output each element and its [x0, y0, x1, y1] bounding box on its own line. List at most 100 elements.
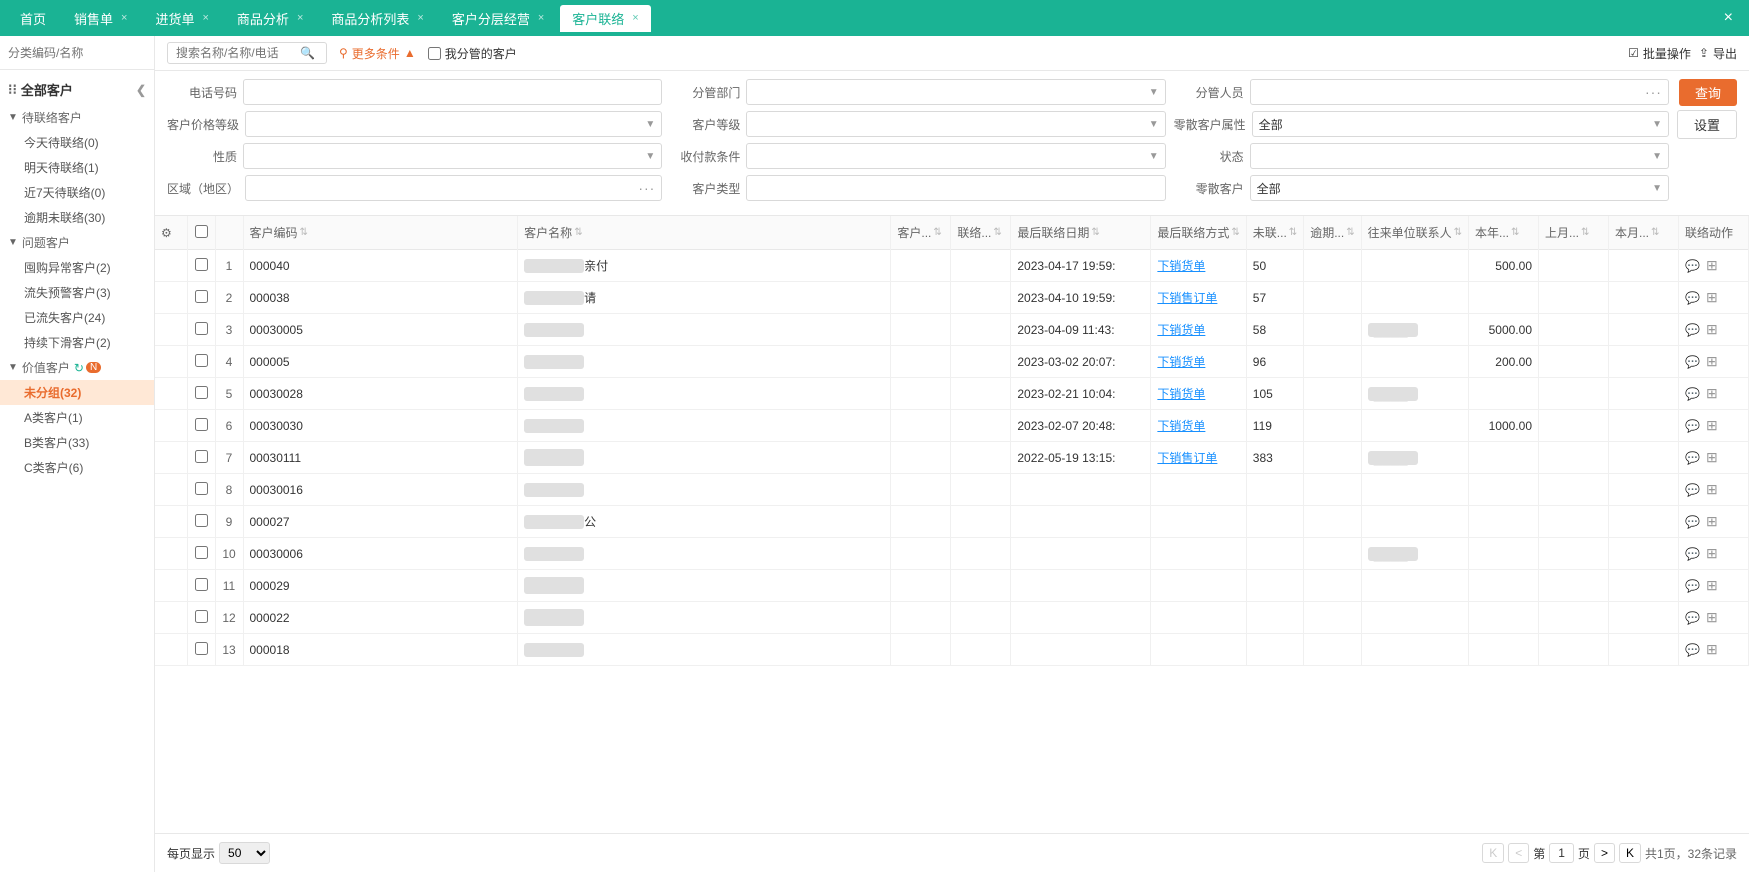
row-checkbox[interactable] — [195, 322, 208, 335]
message-icon[interactable]: 💬 — [1685, 323, 1700, 337]
message-icon[interactable]: 💬 — [1685, 547, 1700, 561]
action-grid-icon[interactable]: ⊞ — [1706, 449, 1718, 466]
message-icon[interactable]: 💬 — [1685, 643, 1700, 657]
sidebar-item-class-c[interactable]: C类客户(6) — [0, 455, 154, 480]
action-grid-icon[interactable]: ⊞ — [1706, 577, 1718, 594]
last-method-link[interactable]: 下销货单 — [1157, 355, 1205, 369]
sidebar-item-hoarding[interactable]: 囤购异常客户(2) — [0, 255, 154, 280]
customer-type-input[interactable] — [746, 175, 1165, 201]
nav-customer-contact[interactable]: 客户联络 × — [560, 5, 650, 32]
message-icon[interactable]: 💬 — [1685, 611, 1700, 625]
main-search-input[interactable] — [176, 46, 296, 60]
row-checkbox[interactable] — [195, 290, 208, 303]
nature-select[interactable]: ▼ — [243, 143, 662, 169]
action-grid-icon[interactable]: ⊞ — [1706, 481, 1718, 498]
action-grid-icon[interactable]: ⊞ — [1706, 385, 1718, 402]
sidebar-item-week-pending[interactable]: 近7天待联络(0) — [0, 180, 154, 205]
action-grid-icon[interactable]: ⊞ — [1706, 353, 1718, 370]
nav-purchase-order[interactable]: 进货单 × — [143, 5, 220, 32]
nav-product-analysis-list[interactable]: 商品分析列表 × — [319, 5, 435, 32]
sidebar-item-ungroup[interactable]: 未分组(32) — [0, 380, 154, 405]
last-method-link[interactable]: 下销货单 — [1157, 259, 1205, 273]
row-checkbox[interactable] — [195, 610, 208, 623]
search-icon[interactable]: 🔍 — [300, 46, 315, 60]
retail-customer-select[interactable]: 全部▼ — [1250, 175, 1669, 201]
prev-page-button[interactable]: < — [1508, 843, 1529, 863]
reset-button[interactable]: 设置 — [1677, 110, 1737, 139]
message-icon[interactable]: 💬 — [1685, 259, 1700, 273]
status-select[interactable]: ▼ — [1250, 143, 1669, 169]
row-checkbox[interactable] — [195, 514, 208, 527]
last-method-link[interactable]: 下销售订单 — [1157, 451, 1217, 465]
action-grid-icon[interactable]: ⊞ — [1706, 641, 1718, 658]
my-customer-checkbox-label[interactable]: 我分管的客户 — [428, 45, 517, 62]
sidebar-root-all-customers[interactable]: ⁝⁝ 全部客户 ❮ — [0, 74, 154, 105]
export-button[interactable]: ⇪ 导出 — [1699, 45, 1737, 62]
action-grid-icon[interactable]: ⊞ — [1706, 609, 1718, 626]
sidebar-item-declining[interactable]: 持续下滑客户(2) — [0, 330, 154, 355]
payment-select[interactable]: ▼ — [746, 143, 1165, 169]
first-page-button[interactable]: K — [1482, 843, 1504, 863]
query-button[interactable]: 查询 — [1679, 79, 1737, 106]
last-method-link[interactable]: 下销售订单 — [1157, 291, 1217, 305]
row-checkbox[interactable] — [195, 418, 208, 431]
sidebar-section-pending[interactable]: ▼ 待联络客户 — [0, 105, 154, 130]
customer-level-select[interactable]: ▼ — [746, 111, 1165, 137]
manager-input[interactable]: ··· — [1250, 79, 1669, 105]
message-icon[interactable]: 💬 — [1685, 483, 1700, 497]
row-checkbox[interactable] — [195, 450, 208, 463]
message-icon[interactable]: 💬 — [1685, 291, 1700, 305]
action-grid-icon[interactable]: ⊞ — [1706, 417, 1718, 434]
sidebar-item-overdue-pending[interactable]: 逾期未联络(30) — [0, 205, 154, 230]
next-page-button[interactable]: > — [1594, 843, 1615, 863]
action-grid-icon[interactable]: ⊞ — [1706, 257, 1718, 274]
message-icon[interactable]: 💬 — [1685, 579, 1700, 593]
sidebar-section-value[interactable]: ▼ 价值客户 ↻ N — [0, 355, 154, 380]
last-method-link[interactable]: 下销货单 — [1157, 387, 1205, 401]
action-grid-icon[interactable]: ⊞ — [1706, 513, 1718, 530]
close-sales-tab[interactable]: × — [121, 12, 127, 24]
row-checkbox[interactable] — [195, 258, 208, 271]
page-size-select[interactable]: 50 100 200 — [219, 842, 270, 864]
more-conditions-button[interactable]: ⚲ 更多条件 ▲ — [339, 45, 416, 62]
last-page-button[interactable]: K — [1619, 843, 1641, 863]
close-analysis-list-tab[interactable]: × — [417, 12, 423, 24]
batch-operation-button[interactable]: ☑ 批量操作 — [1628, 45, 1691, 62]
row-checkbox[interactable] — [195, 386, 208, 399]
main-search-box[interactable]: 🔍 — [167, 42, 327, 64]
message-icon[interactable]: 💬 — [1685, 387, 1700, 401]
action-grid-icon[interactable]: ⊞ — [1706, 321, 1718, 338]
sidebar-item-class-a[interactable]: A类客户(1) — [0, 405, 154, 430]
row-checkbox[interactable] — [195, 642, 208, 655]
message-icon[interactable]: 💬 — [1685, 515, 1700, 529]
select-all-checkbox[interactable] — [195, 225, 208, 238]
row-checkbox[interactable] — [195, 482, 208, 495]
sidebar-item-churn-warning[interactable]: 流失预警客户(3) — [0, 280, 154, 305]
refresh-icon[interactable]: ↻ — [74, 361, 84, 375]
price-level-select[interactable]: ▼ — [245, 111, 662, 137]
row-checkbox[interactable] — [195, 578, 208, 591]
action-grid-icon[interactable]: ⊞ — [1706, 289, 1718, 306]
close-tier-tab[interactable]: × — [538, 12, 544, 24]
message-icon[interactable]: 💬 — [1685, 419, 1700, 433]
last-method-link[interactable]: 下销货单 — [1157, 323, 1205, 337]
action-grid-icon[interactable]: ⊞ — [1706, 545, 1718, 562]
message-icon[interactable]: 💬 — [1685, 355, 1700, 369]
sidebar-search-input[interactable] — [8, 46, 155, 60]
message-icon[interactable]: 💬 — [1685, 451, 1700, 465]
close-contact-tab[interactable]: × — [632, 12, 638, 24]
nav-product-analysis[interactable]: 商品分析 × — [225, 5, 315, 32]
retail-attr-select[interactable]: 全部▼ — [1252, 111, 1669, 137]
sidebar-section-problem[interactable]: ▼ 问题客户 — [0, 230, 154, 255]
nav-home[interactable]: 首页 — [8, 5, 58, 32]
sidebar-item-today-pending[interactable]: 今天待联络(0) — [0, 130, 154, 155]
my-customer-checkbox[interactable] — [428, 47, 441, 60]
phone-input[interactable] — [243, 79, 662, 105]
sidebar-item-tomorrow-pending[interactable]: 明天待联络(1) — [0, 155, 154, 180]
region-input[interactable]: ··· — [245, 175, 662, 201]
close-purchase-tab[interactable]: × — [202, 12, 208, 24]
sidebar-item-churned[interactable]: 已流失客户(24) — [0, 305, 154, 330]
nav-customer-tier[interactable]: 客户分层经营 × — [440, 5, 556, 32]
dept-select[interactable]: ▼ — [746, 79, 1165, 105]
nav-sales-order[interactable]: 销售单 × — [62, 5, 139, 32]
